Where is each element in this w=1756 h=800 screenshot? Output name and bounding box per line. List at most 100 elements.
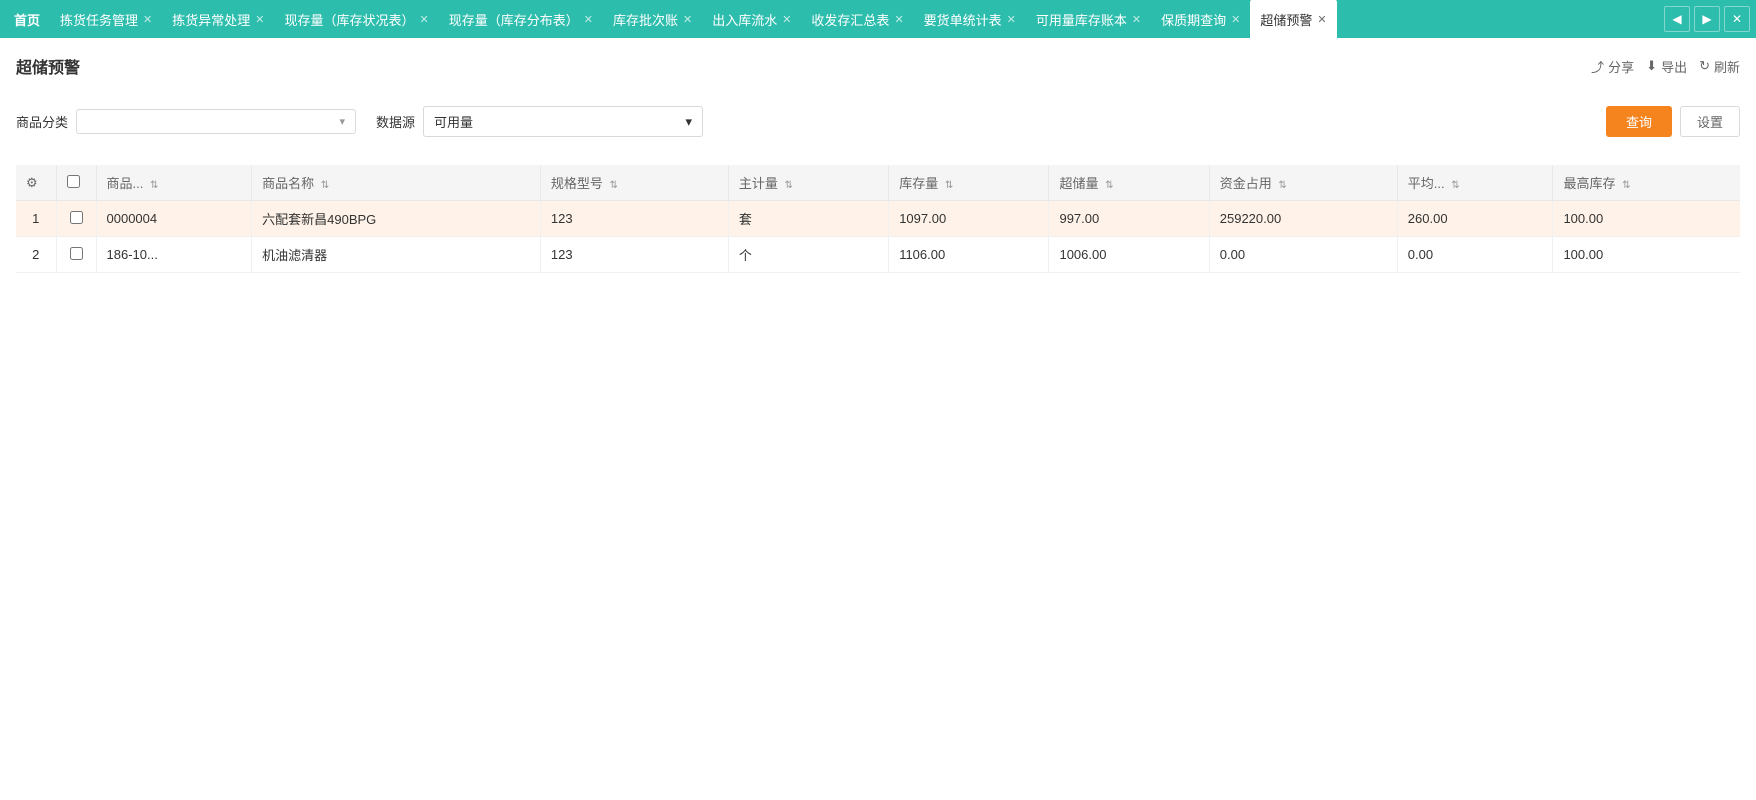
cell-stock-qty: 1106.00 <box>889 237 1049 273</box>
nav-tab-2[interactable]: 现存量（库存状况表） ✕ <box>274 0 438 38</box>
nav-tab-8[interactable]: 可用量库存账本 ✕ <box>1026 0 1151 38</box>
filter-right-buttons: 查询 设置 <box>1606 106 1740 137</box>
cell-unit: 套 <box>728 201 888 237</box>
sort-icon: ⇅ <box>945 180 953 191</box>
close-icon[interactable]: ✕ <box>420 13 429 26</box>
nav-tab-10[interactable]: 超储预警 ✕ <box>1250 0 1336 38</box>
th-gear[interactable]: ⚙ <box>16 165 56 201</box>
header-actions: ⤴ 分享 ⬇ 导出 ↻ 刷新 <box>1591 57 1740 76</box>
th-capital-usage[interactable]: 资金占用 ⇅ <box>1209 165 1397 201</box>
cell-stock-qty: 1097.00 <box>889 201 1049 237</box>
th-unit[interactable]: 主计量 ⇅ <box>728 165 888 201</box>
page-title: 超储预警 <box>16 54 80 78</box>
select-all-checkbox[interactable] <box>67 175 80 188</box>
gear-icon: ⚙ <box>26 175 38 190</box>
share-button[interactable]: ⤴ 分享 <box>1591 57 1634 76</box>
category-filter: 商品分类 ▾ <box>16 109 356 134</box>
close-icon[interactable]: ✕ <box>1231 13 1240 26</box>
data-table: ⚙ 商品... ⇅ 商品名称 ⇅ 规格型号 ⇅ 主计量 <box>16 165 1740 273</box>
close-icon[interactable]: ✕ <box>782 13 791 26</box>
nav-tab-7[interactable]: 要货单统计表 ✕ <box>914 0 1026 38</box>
cell-avg: 0.00 <box>1397 237 1553 273</box>
nav-tab-5[interactable]: 出入库流水 ✕ <box>702 0 801 38</box>
datasource-select-value: 可用量 <box>434 112 473 131</box>
row-checkbox-cell[interactable] <box>56 237 96 273</box>
share-icon: ⤴ <box>1591 57 1604 76</box>
close-icon[interactable]: ✕ <box>1317 13 1326 26</box>
nav-tab-1[interactable]: 拣货异常处理 ✕ <box>162 0 274 38</box>
nav-prev-button[interactable]: ◀ <box>1664 6 1690 32</box>
table-row: 2 186-10... 机油滤清器 123 个 1106.00 1006.00 … <box>16 237 1740 273</box>
close-icon[interactable]: ✕ <box>584 13 593 26</box>
row-num: 2 <box>16 237 56 273</box>
datasource-label: 数据源 <box>376 112 415 131</box>
cell-overstock-qty: 1006.00 <box>1049 237 1209 273</box>
th-avg[interactable]: 平均... ⇅ <box>1397 165 1553 201</box>
cell-spec: 123 <box>540 201 728 237</box>
cell-product-name: 机油滤清器 <box>252 237 541 273</box>
refresh-icon: ↻ <box>1699 58 1710 74</box>
th-overstock-qty[interactable]: 超储量 ⇅ <box>1049 165 1209 201</box>
nav-tab-9[interactable]: 保质期查询 ✕ <box>1151 0 1250 38</box>
chevron-down-icon: ▾ <box>686 114 693 130</box>
sort-icon: ⇅ <box>1278 180 1286 191</box>
th-checkbox <box>56 165 96 201</box>
nav-tab-4[interactable]: 库存批次账 ✕ <box>603 0 702 38</box>
close-icon[interactable]: ✕ <box>1132 13 1141 26</box>
row-checkbox[interactable] <box>70 211 83 224</box>
chevron-down-icon: ▾ <box>339 115 345 128</box>
settings-button[interactable]: 设置 <box>1680 106 1740 137</box>
refresh-button[interactable]: ↻ 刷新 <box>1699 57 1740 76</box>
sort-icon: ⇅ <box>610 180 618 191</box>
th-product-name[interactable]: 商品名称 ⇅ <box>252 165 541 201</box>
cell-product-code: 186-10... <box>96 237 252 273</box>
cell-product-code: 0000004 <box>96 201 252 237</box>
close-icon[interactable]: ✕ <box>1007 13 1016 26</box>
nav-close-button[interactable]: ✕ <box>1724 6 1750 32</box>
query-button[interactable]: 查询 <box>1606 106 1672 137</box>
cell-max-stock: 100.00 <box>1553 237 1740 273</box>
cell-unit: 个 <box>728 237 888 273</box>
nav-home[interactable]: 首页 <box>4 0 50 38</box>
category-label: 商品分类 <box>16 112 68 131</box>
sort-icon: ⇅ <box>1105 180 1113 191</box>
nav-arrows: ◀ ▶ ✕ <box>1662 6 1752 32</box>
page-container: 超储预警 ⤴ 分享 ⬇ 导出 ↻ 刷新 商品分类 ▾ 数据源 <box>0 38 1756 800</box>
nav-next-button[interactable]: ▶ <box>1694 6 1720 32</box>
row-num: 1 <box>16 201 56 237</box>
th-stock-qty[interactable]: 库存量 ⇅ <box>889 165 1049 201</box>
cell-product-name: 六配套新昌490BPG <box>252 201 541 237</box>
table-header-row: ⚙ 商品... ⇅ 商品名称 ⇅ 规格型号 ⇅ 主计量 <box>16 165 1740 201</box>
nav-tab-0[interactable]: 拣货任务管理 ✕ <box>50 0 162 38</box>
row-checkbox[interactable] <box>70 247 83 260</box>
table-row: 1 0000004 六配套新昌490BPG 123 套 1097.00 997.… <box>16 201 1740 237</box>
th-max-stock[interactable]: 最高库存 ⇅ <box>1553 165 1740 201</box>
nav-bar: 首页 拣货任务管理 ✕ 拣货异常处理 ✕ 现存量（库存状况表） ✕ 现存量（库存… <box>0 0 1756 38</box>
filter-area: 商品分类 ▾ 数据源 可用量 ▾ 查询 设置 <box>16 94 1740 149</box>
export-icon: ⬇ <box>1646 58 1657 74</box>
close-icon[interactable]: ✕ <box>683 13 692 26</box>
th-spec[interactable]: 规格型号 ⇅ <box>540 165 728 201</box>
datasource-select[interactable]: 可用量 ▾ <box>423 106 703 137</box>
export-button[interactable]: ⬇ 导出 <box>1646 57 1687 76</box>
cell-spec: 123 <box>540 237 728 273</box>
close-icon[interactable]: ✕ <box>894 13 903 26</box>
nav-tab-3[interactable]: 现存量（库存分布表） ✕ <box>439 0 603 38</box>
sort-icon: ⇅ <box>321 180 329 191</box>
cell-max-stock: 100.00 <box>1553 201 1740 237</box>
category-select[interactable]: ▾ <box>76 109 356 134</box>
cell-avg: 260.00 <box>1397 201 1553 237</box>
cell-overstock-qty: 997.00 <box>1049 201 1209 237</box>
page-header: 超储预警 ⤴ 分享 ⬇ 导出 ↻ 刷新 <box>16 54 1740 78</box>
sort-icon: ⇅ <box>1622 180 1630 191</box>
cell-capital-usage: 0.00 <box>1209 237 1397 273</box>
datasource-filter: 数据源 可用量 ▾ <box>376 106 703 137</box>
row-checkbox-cell[interactable] <box>56 201 96 237</box>
th-product-code[interactable]: 商品... ⇅ <box>96 165 252 201</box>
sort-icon: ⇅ <box>150 180 158 191</box>
close-icon[interactable]: ✕ <box>143 13 152 26</box>
sort-icon: ⇅ <box>785 180 793 191</box>
nav-tab-6[interactable]: 收发存汇总表 ✕ <box>801 0 913 38</box>
close-icon[interactable]: ✕ <box>255 13 264 26</box>
sort-icon: ⇅ <box>1451 180 1459 191</box>
